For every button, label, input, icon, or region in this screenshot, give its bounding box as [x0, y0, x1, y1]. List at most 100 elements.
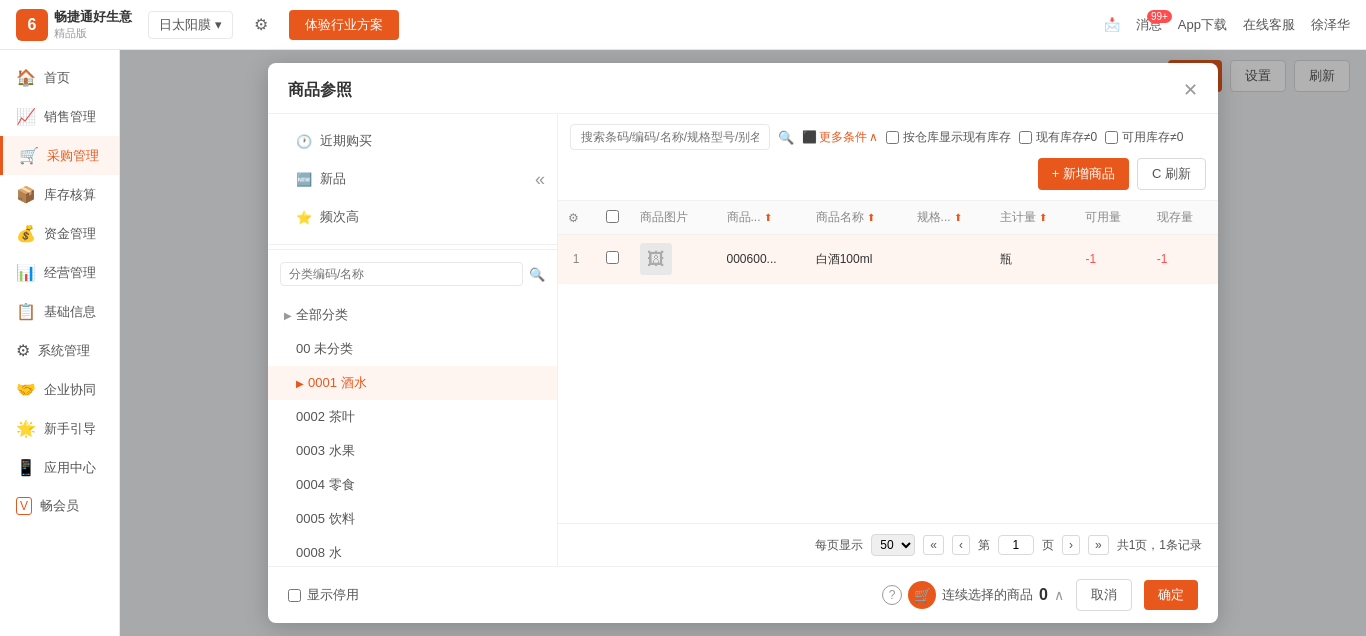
home-icon: 🏠	[16, 68, 36, 87]
dialog-header: 商品参照 ✕	[268, 63, 1218, 114]
app-download-link[interactable]: App下载	[1178, 16, 1227, 34]
row-checkbox-cell[interactable]	[594, 235, 630, 284]
basicinfo-icon: 📋	[16, 302, 36, 321]
sort-unit-icon: ⬆	[1039, 212, 1047, 223]
page-label: 第	[978, 537, 990, 554]
logo-line1: 畅捷通好生意	[54, 8, 132, 26]
sort-name-icon: ⬆	[867, 212, 875, 223]
right-panel: 🔍 ⬛ 更多条件 ∧ 按仓库显示现有库存	[558, 114, 1218, 566]
recent-purchase-btn[interactable]: 🕐 近期购买	[280, 124, 388, 158]
collapse-panel-btn[interactable]: «	[535, 169, 545, 190]
help-icon[interactable]: ?	[882, 585, 902, 605]
checkbox-stock-nonzero-input[interactable]	[1019, 131, 1032, 144]
cart-count: 0	[1039, 586, 1048, 604]
table-row[interactable]: 1 🖼 000600... 白酒100ml 瓶	[558, 235, 1218, 284]
checkbox-available-nonzero[interactable]: 可用库存≠0	[1105, 129, 1183, 146]
checkbox-stock-nonzero-label: 现有库存≠0	[1036, 129, 1097, 146]
new-icon: 🆕	[296, 172, 312, 187]
row-stock: -1	[1147, 235, 1218, 284]
sidebar-item-sales[interactable]: 📈 销售管理	[0, 97, 119, 136]
notification-badge: 99+	[1147, 10, 1172, 23]
category-search-bar: 🔍	[268, 254, 557, 294]
triangle-icon: ▶	[284, 310, 292, 321]
sidebar-item-purchase[interactable]: 🛒 采购管理	[0, 136, 119, 175]
row-num: 1	[558, 235, 594, 284]
new-items-btn[interactable]: 🆕 新品	[280, 162, 388, 196]
refresh-btn[interactable]: C 刷新	[1137, 158, 1206, 190]
logo-icon: 6	[16, 9, 48, 41]
settings-icon[interactable]: ⚙	[245, 9, 277, 41]
left-panel: 🕐 近期购买 🆕 新品 ⭐ 频次高	[268, 114, 558, 566]
col-code[interactable]: 商品... ⬆	[717, 201, 806, 235]
col-unit[interactable]: 主计量 ⬆	[990, 201, 1076, 235]
trial-btn[interactable]: 体验行业方案	[289, 10, 399, 40]
footer-right: ? 🛒 连续选择的商品 0 ∧ 取消 确定	[882, 579, 1198, 611]
sidebar-item-cooperation[interactable]: 🤝 企业协同	[0, 370, 119, 409]
product-search-input[interactable]	[570, 124, 770, 150]
select-all-checkbox[interactable]	[606, 210, 619, 223]
first-page-btn[interactable]: «	[923, 535, 944, 555]
category-tea[interactable]: 0002 茶叶	[268, 400, 557, 434]
user-name[interactable]: 徐泽华	[1311, 16, 1350, 34]
high-freq-btn[interactable]: ⭐ 频次高	[280, 200, 388, 234]
col-settings[interactable]: ⚙	[558, 201, 594, 235]
category-all[interactable]: ▶ 全部分类	[268, 298, 557, 332]
prev-page-btn[interactable]: ‹	[952, 535, 970, 555]
row-img-cell: 🖼	[630, 235, 717, 284]
cooperation-icon: 🤝	[16, 380, 36, 399]
filter-btn[interactable]: ⬛ 更多条件 ∧	[802, 129, 878, 146]
col-name[interactable]: 商品名称 ⬆	[806, 201, 907, 235]
sidebar-item-system[interactable]: ⚙ 系统管理	[0, 331, 119, 370]
page-number-input[interactable]	[998, 535, 1034, 555]
star-icon: ⭐	[296, 210, 312, 225]
product-reference-dialog: 商品参照 ✕ 🕐 近期购买	[268, 63, 1218, 623]
category-uncategorized[interactable]: 00 未分类	[268, 332, 557, 366]
sidebar-item-operations[interactable]: 📊 经营管理	[0, 253, 119, 292]
show-disabled-input[interactable]	[288, 589, 301, 602]
sidebar-item-member[interactable]: V 畅会员	[0, 487, 119, 525]
confirm-btn[interactable]: 确定	[1144, 580, 1198, 610]
divider	[268, 249, 557, 250]
checkbox-warehouse-stock-input[interactable]	[886, 131, 899, 144]
per-page-select[interactable]: 50	[871, 534, 915, 556]
add-product-btn[interactable]: + 新增商品	[1038, 158, 1129, 190]
show-disabled-checkbox[interactable]: 显示停用	[288, 586, 359, 604]
checkbox-stock-nonzero[interactable]: 现有库存≠0	[1019, 129, 1097, 146]
sidebar-item-basicinfo[interactable]: 📋 基础信息	[0, 292, 119, 331]
col-spec[interactable]: 规格... ⬆	[907, 201, 990, 235]
category-liquor[interactable]: ▶ 0001 酒水	[268, 366, 557, 400]
sidebar-item-inventory[interactable]: 📦 库存核算	[0, 175, 119, 214]
last-page-btn[interactable]: »	[1088, 535, 1109, 555]
col-available: 可用量	[1075, 201, 1146, 235]
nav-selector[interactable]: 日太阳膜 ▾	[148, 11, 233, 39]
category-water[interactable]: 0008 水	[268, 536, 557, 566]
checkbox-available-nonzero-input[interactable]	[1105, 131, 1118, 144]
search-submit-icon[interactable]: 🔍	[778, 130, 794, 145]
checkbox-warehouse-stock[interactable]: 按仓库显示现有库存	[886, 129, 1011, 146]
category-search-icon[interactable]: 🔍	[529, 267, 545, 282]
category-fruit[interactable]: 0003 水果	[268, 434, 557, 468]
sidebar-label-inventory: 库存核算	[44, 186, 96, 204]
top-right-area: 📩 99+ 消息 App下载 在线客服 徐泽华	[1104, 16, 1350, 34]
dialog-close-btn[interactable]: ✕	[1183, 79, 1198, 101]
collapse-cart-btn[interactable]: ∧	[1054, 587, 1064, 603]
row-checkbox[interactable]	[606, 251, 619, 264]
sidebar-item-guide[interactable]: 🌟 新手引导	[0, 409, 119, 448]
sidebar-item-home[interactable]: 🏠 首页	[0, 58, 119, 97]
online-service-link[interactable]: 在线客服	[1243, 16, 1295, 34]
show-disabled-label: 显示停用	[307, 586, 359, 604]
category-tea-label: 0002 茶叶	[296, 408, 355, 426]
sidebar-item-finance[interactable]: 💰 资金管理	[0, 214, 119, 253]
dialog-title: 商品参照	[288, 80, 352, 101]
col-checkbox-all[interactable]	[594, 201, 630, 235]
category-search-input[interactable]	[280, 262, 523, 286]
category-drink[interactable]: 0005 饮料	[268, 502, 557, 536]
logo-area: 6 畅捷通好生意 精品版	[16, 8, 136, 41]
col-img: 商品图片	[630, 201, 717, 235]
sidebar-label-cooperation: 企业协同	[44, 381, 96, 399]
category-snack[interactable]: 0004 零食	[268, 468, 557, 502]
next-page-btn[interactable]: ›	[1062, 535, 1080, 555]
sidebar-item-apps[interactable]: 📱 应用中心	[0, 448, 119, 487]
notification-area[interactable]: 📩 99+ 消息	[1104, 16, 1162, 34]
cancel-btn[interactable]: 取消	[1076, 579, 1132, 611]
